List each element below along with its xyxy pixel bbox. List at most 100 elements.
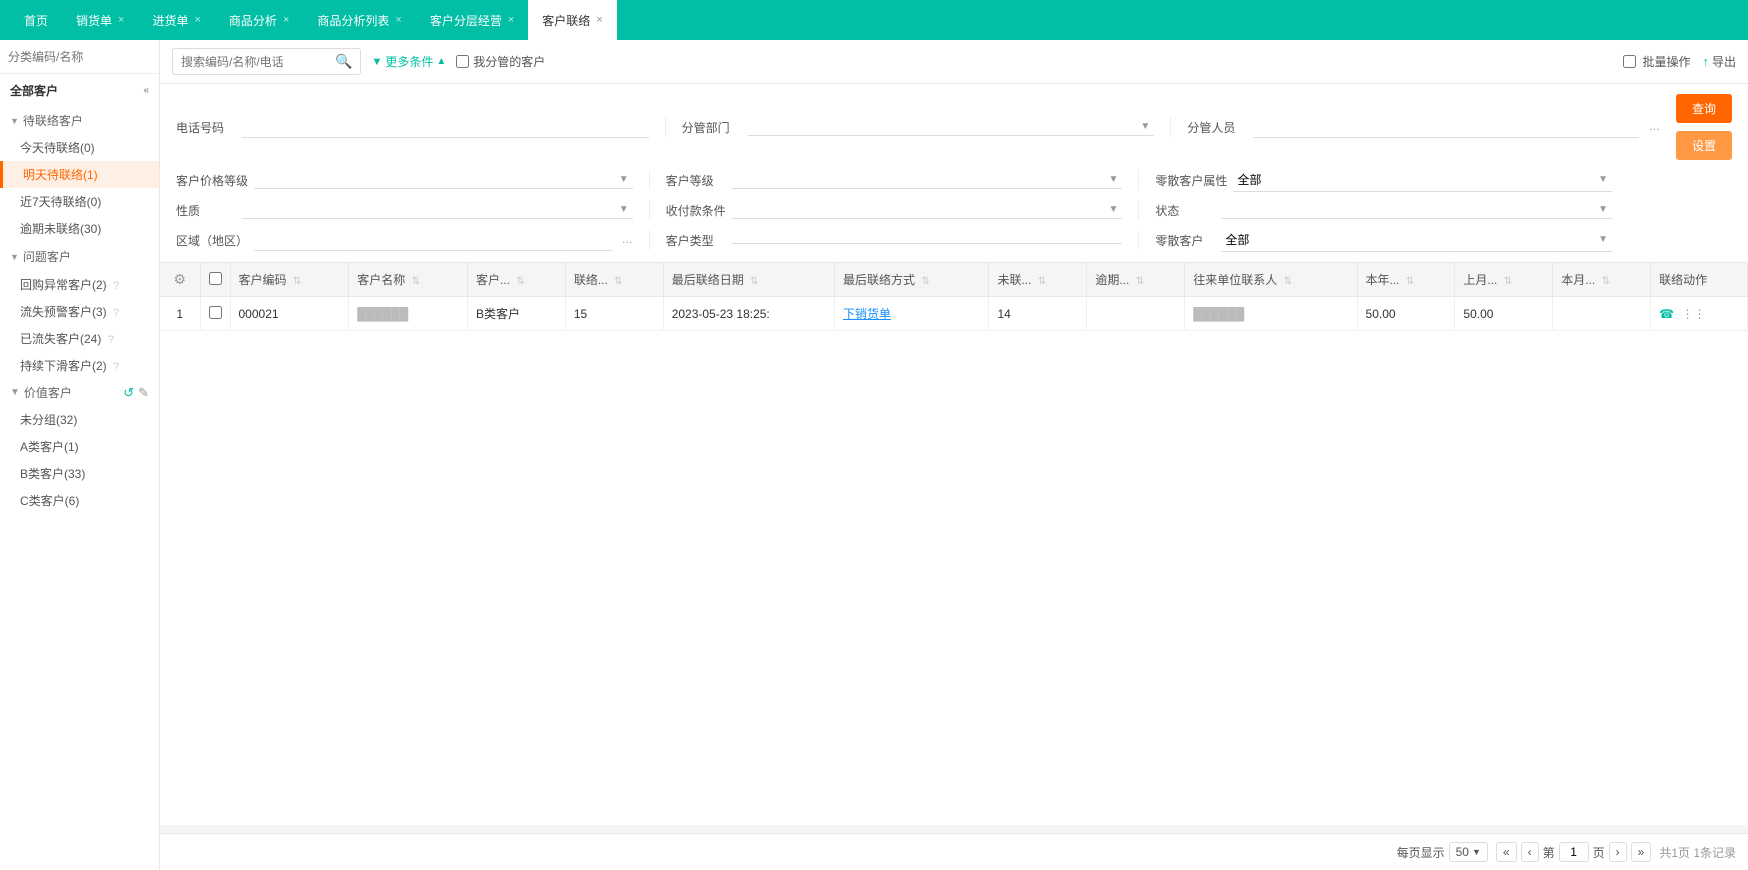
retail-attr-select[interactable]: 全部 ▼ <box>1233 168 1612 192</box>
sort-last-method-icon: ⇅ <box>921 276 929 287</box>
collapse-icon: « <box>143 85 149 96</box>
edit-icon[interactable]: ✎ <box>138 385 149 401</box>
close-purchase-order-icon[interactable]: × <box>194 14 200 26</box>
sidebar-group-problem-customers[interactable]: 问题客户 <box>0 242 159 271</box>
sidebar-item-churn-warning[interactable]: 流失预警客户(3) ? <box>0 298 159 325</box>
phone-input[interactable] <box>242 117 649 138</box>
nav-customer-contact[interactable]: 客户联络 × <box>528 0 616 40</box>
sidebar-item-ungrouped[interactable]: 未分组(32) <box>0 406 159 433</box>
close-customer-contact-icon[interactable]: × <box>596 14 602 26</box>
nav-sales-order[interactable]: 销货单 × <box>62 0 138 40</box>
first-page-btn[interactable]: « <box>1496 842 1517 862</box>
expand-icon: ▼ <box>10 387 20 398</box>
row-checkbox[interactable] <box>209 306 222 319</box>
sort-code-icon: ⇅ <box>293 276 301 287</box>
sidebar-item-churned[interactable]: 已流失客户(24) ? <box>0 325 159 352</box>
customer-level-label: 客户等级 <box>666 172 726 189</box>
status-select[interactable]: ▼ <box>1221 201 1612 219</box>
per-page-arrow: ▼ <box>1472 847 1481 857</box>
region-more-icon[interactable]: … <box>622 234 633 246</box>
sidebar-item-class-a[interactable]: A类客户(1) <box>0 433 159 460</box>
row-overdue <box>1087 297 1185 331</box>
sidebar-item-class-c[interactable]: C类客户(6) <box>0 487 159 514</box>
row-check <box>200 297 230 331</box>
set-button[interactable]: 设置 <box>1676 131 1732 160</box>
export-btn[interactable]: ↑ 导出 <box>1702 53 1736 70</box>
my-customers-check[interactable] <box>456 55 469 68</box>
dept-arrow-icon: ▼ <box>1140 121 1150 132</box>
sidebar-search-input[interactable] <box>8 50 160 64</box>
nav-product-analysis[interactable]: 商品分析 × <box>215 0 303 40</box>
manager-input[interactable] <box>1253 117 1639 138</box>
customer-type-select[interactable] <box>732 237 1123 244</box>
customer-level-select[interactable]: ▼ <box>732 171 1123 189</box>
sidebar-group-value-customers[interactable]: ▼ 价值客户 ↺ ✎ <box>0 379 159 406</box>
close-sales-order-icon[interactable]: × <box>118 14 124 26</box>
sidebar-item-today-contact[interactable]: 今天待联络(0) <box>0 134 159 161</box>
close-product-analysis-list-icon[interactable]: × <box>395 14 401 26</box>
batch-check[interactable] <box>1623 55 1636 68</box>
sidebar-group-pending-contact[interactable]: 待联络客户 <box>0 107 159 134</box>
nav-customer-segmentation[interactable]: 客户分层经营 × <box>416 0 528 40</box>
refresh-icon[interactable]: ↺ <box>123 385 134 401</box>
dept-select[interactable]: ▼ <box>748 118 1155 136</box>
nav-purchase-order[interactable]: 进货单 × <box>138 0 214 40</box>
close-customer-seg-icon[interactable]: × <box>508 14 514 26</box>
nav-home[interactable]: 首页 <box>10 0 62 40</box>
sort-contact-count-icon: ⇅ <box>614 276 622 287</box>
main-search-icon[interactable]: 🔍 <box>335 53 352 70</box>
all-customers-section[interactable]: 全部客户 « <box>0 74 159 107</box>
sort-contact-person-icon: ⇅ <box>1284 276 1292 287</box>
contact-method-link[interactable]: 下销货单 <box>843 307 891 321</box>
retail-customer-arrow: ▼ <box>1598 234 1608 245</box>
total-info: 共1页 1条记录 <box>1659 844 1736 861</box>
horizontal-scrollbar[interactable] <box>160 825 1748 833</box>
col-header-category: 客户... ⇅ <box>467 263 565 297</box>
query-set-buttons: 查询 设置 <box>1676 94 1732 160</box>
nature-label: 性质 <box>176 202 236 219</box>
retail-attr-field: 零散客户属性 全部 ▼ <box>1155 168 1612 192</box>
row-name: ██████ <box>349 297 468 331</box>
divider-8 <box>1138 230 1139 250</box>
sidebar-item-repurchase-abnormal[interactable]: 回购异常客户(2) ? <box>0 271 159 298</box>
manager-field: 分管人员 … <box>1187 117 1660 138</box>
action-more-icon[interactable]: ⋮⋮ <box>1681 307 1705 321</box>
retail-customer-select[interactable]: 全部 ▼ <box>1221 228 1612 252</box>
action-phone-icon[interactable]: ☎ <box>1659 307 1674 321</box>
more-conditions-btn[interactable]: ▼ 更多条件 ▲ <box>371 53 446 70</box>
advanced-filter-panel: 电话号码 分管部门 ▼ 分管人员 … <box>160 84 1748 263</box>
region-field: 区域（地区） … <box>176 230 633 251</box>
status-arrow: ▼ <box>1598 204 1608 215</box>
main-search-input[interactable] <box>181 55 331 69</box>
payment-terms-arrow: ▼ <box>1108 204 1118 215</box>
page-size-dropdown[interactable]: 50 ▼ <box>1449 842 1488 862</box>
my-customers-checkbox[interactable]: 我分管的客户 <box>456 53 545 70</box>
check-all-checkbox[interactable] <box>209 272 222 285</box>
batch-operation-btn[interactable]: 批量操作 <box>1623 53 1690 70</box>
nature-field: 性质 ▼ <box>176 201 633 219</box>
status-label: 状态 <box>1155 202 1215 219</box>
sidebar-item-tomorrow-contact[interactable]: 明天待联络(1) <box>0 161 159 188</box>
payment-terms-select[interactable]: ▼ <box>732 201 1123 219</box>
data-table-container: ⚙ 客户编码 ⇅ 客户名称 ⇅ <box>160 263 1748 825</box>
col-header-contact-count: 联络... ⇅ <box>565 263 663 297</box>
nav-product-analysis-list[interactable]: 商品分析列表 × <box>303 0 415 40</box>
query-button[interactable]: 查询 <box>1676 94 1732 123</box>
region-input[interactable] <box>254 230 612 251</box>
price-level-select[interactable]: ▼ <box>254 171 633 189</box>
sidebar-item-declining[interactable]: 持续下滑客户(2) ? <box>0 352 159 379</box>
help-icon-1: ? <box>113 280 119 292</box>
payment-terms-label: 收付款条件 <box>666 202 726 219</box>
sidebar-item-overdue-contact[interactable]: 逾期未联络(30) <box>0 215 159 242</box>
next-page-btn[interactable]: › <box>1609 842 1627 862</box>
last-page-btn[interactable]: » <box>1631 842 1652 862</box>
prev-page-btn[interactable]: ‹ <box>1521 842 1539 862</box>
dept-field: 分管部门 ▼ <box>682 118 1155 136</box>
sidebar-item-7day-contact[interactable]: 近7天待联络(0) <box>0 188 159 215</box>
page-number-input[interactable] <box>1559 842 1589 862</box>
manager-more-icon[interactable]: … <box>1649 121 1660 133</box>
nature-select[interactable]: ▼ <box>242 201 633 219</box>
close-product-analysis-icon[interactable]: × <box>283 14 289 26</box>
sidebar-item-class-b[interactable]: B类客户(33) <box>0 460 159 487</box>
column-settings-icon[interactable]: ⚙ <box>173 271 186 287</box>
